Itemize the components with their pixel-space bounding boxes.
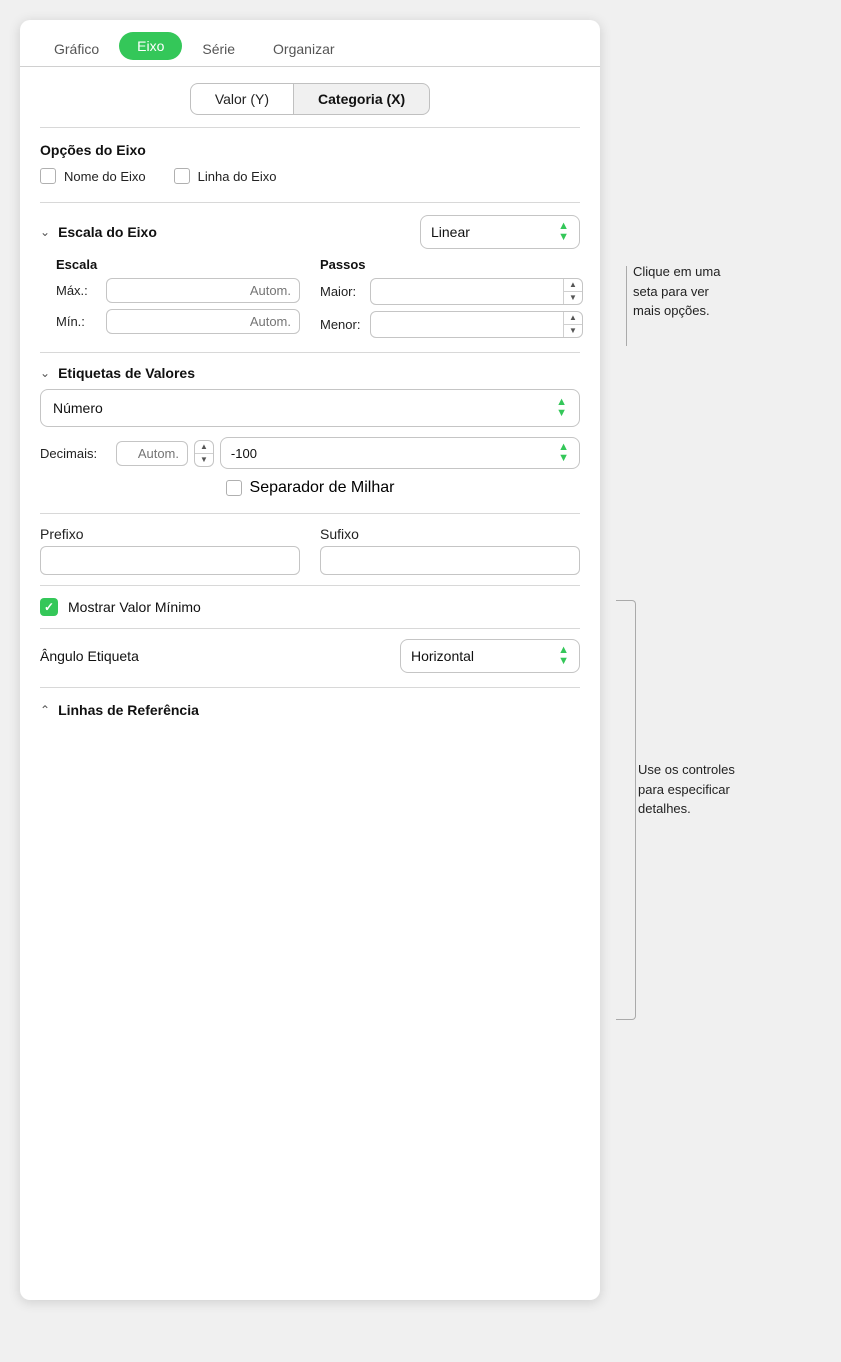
nome-eixo-item: Nome do Eixo — [40, 168, 146, 184]
prefixo-label: Prefixo — [40, 526, 300, 542]
escala-select-value: Linear — [431, 224, 470, 240]
nome-eixo-checkbox[interactable] — [40, 168, 56, 184]
passos-col-label: Passos — [320, 257, 583, 272]
min-row: Mín.: — [56, 309, 300, 334]
decimais-row: Decimais: ▲ ▼ -100 ▲ ▼ — [40, 437, 580, 469]
opcoes-checkboxes: Nome do Eixo Linha do Eixo — [40, 168, 580, 184]
etiquetas-chevron[interactable]: ⌄ — [40, 366, 50, 380]
tab-bar: Gráfico Eixo Série Organizar — [20, 20, 600, 67]
etiquetas-type-select[interactable]: Número ▲ ▼ — [40, 389, 580, 427]
decimais-input[interactable] — [116, 441, 188, 466]
angulo-label: Ângulo Etiqueta — [40, 648, 139, 664]
linha-eixo-checkbox[interactable] — [174, 168, 190, 184]
mostrar-checkbox[interactable] — [40, 598, 58, 616]
opcoes-eixo-section: Opções do Eixo Nome do Eixo Linha do Eix… — [20, 128, 600, 202]
decimais-decrement[interactable]: ▼ — [195, 454, 213, 466]
angulo-select-arrows: ▲ ▼ — [558, 645, 569, 667]
escala-chevron[interactable]: ⌄ — [40, 225, 50, 239]
escala-header: ⌄ Escala do Eixo Linear ▲ ▼ — [20, 203, 600, 257]
main-panel: Gráfico Eixo Série Organizar Valor (Y) C… — [20, 20, 600, 1300]
escala-title: Escala do Eixo — [58, 224, 412, 240]
linhas-row: ⌃ Linhas de Referência — [20, 688, 600, 732]
annotations-panel: Clique em uma seta para ver mais opções.… — [616, 20, 816, 1300]
max-input[interactable] — [106, 278, 300, 303]
menor-stepper-btns: ▲ ▼ — [563, 312, 582, 337]
annotation-top-text: Clique em uma seta para ver mais opções. — [633, 262, 720, 321]
min-input[interactable] — [106, 309, 300, 334]
annotation-bottom: Use os controles para especificar detalh… — [638, 760, 735, 819]
etiquetas-body: Número ▲ ▼ Decimais: ▲ ▼ -100 — [20, 389, 600, 513]
menor-stepper: 1 ▲ ▼ — [370, 311, 583, 338]
tab-serie[interactable]: Série — [184, 32, 253, 66]
mostrar-label: Mostrar Valor Mínimo — [68, 599, 201, 615]
angulo-select-value: Horizontal — [411, 648, 474, 664]
maior-row: Maior: 4 ▲ ▼ — [320, 278, 583, 305]
decimais-label: Decimais: — [40, 446, 110, 461]
escala-col: Escala Máx.: Mín.: — [56, 257, 300, 344]
maior-value[interactable]: 4 — [371, 280, 563, 303]
decimais-increment[interactable]: ▲ — [195, 441, 213, 454]
menor-decrement[interactable]: ▼ — [564, 325, 582, 337]
menor-value[interactable]: 1 — [371, 313, 563, 336]
angulo-select[interactable]: Horizontal ▲ ▼ — [400, 639, 580, 673]
axis-selector: Valor (Y) Categoria (X) — [20, 67, 600, 127]
maior-stepper-btns: ▲ ▼ — [563, 279, 582, 304]
separador-checkbox[interactable] — [226, 480, 242, 496]
annotation-top: Clique em uma seta para ver mais opções. — [626, 262, 720, 346]
menor-increment[interactable]: ▲ — [564, 312, 582, 325]
decimais-select[interactable]: -100 ▲ ▼ — [220, 437, 580, 469]
maior-stepper: 4 ▲ ▼ — [370, 278, 583, 305]
ps-grid: Prefixo Sufixo — [40, 526, 580, 575]
max-label: Máx.: — [56, 283, 98, 298]
prefixo-col: Prefixo — [40, 526, 300, 575]
linhas-chevron[interactable]: ⌃ — [40, 703, 50, 717]
opcoes-eixo-title: Opções do Eixo — [40, 142, 580, 158]
escala-col-label: Escala — [56, 257, 300, 272]
linha-eixo-label: Linha do Eixo — [198, 169, 277, 184]
categoria-x-button[interactable]: Categoria (X) — [293, 83, 430, 115]
prefix-suffix-section: Prefixo Sufixo — [20, 514, 600, 585]
nome-eixo-label: Nome do Eixo — [64, 169, 146, 184]
linha-eixo-item: Linha do Eixo — [174, 168, 277, 184]
escala-grid: Escala Máx.: Mín.: Passos Maior: — [56, 257, 580, 344]
max-row: Máx.: — [56, 278, 300, 303]
valor-y-button[interactable]: Valor (Y) — [190, 83, 293, 115]
angulo-row: Ângulo Etiqueta Horizontal ▲ ▼ — [20, 629, 600, 687]
maior-decrement[interactable]: ▼ — [564, 292, 582, 304]
etiquetas-type-value: Número — [53, 400, 103, 416]
min-label: Mín.: — [56, 314, 98, 329]
mostrar-valor-row: Mostrar Valor Mínimo — [20, 586, 600, 628]
sufixo-col: Sufixo — [320, 526, 580, 575]
bracket-right — [616, 600, 636, 1020]
tab-organizar[interactable]: Organizar — [255, 32, 352, 66]
tab-grafico[interactable]: Gráfico — [36, 32, 117, 66]
escala-body: Escala Máx.: Mín.: Passos Maior: — [20, 257, 600, 352]
etiquetas-type-arrows: ▲ ▼ — [556, 397, 567, 419]
prefixo-input[interactable] — [40, 546, 300, 575]
decimais-select-value: -100 — [231, 446, 257, 461]
separador-label: Separador de Milhar — [250, 479, 395, 497]
menor-row: Menor: 1 ▲ ▼ — [320, 311, 583, 338]
passos-col: Passos Maior: 4 ▲ ▼ Menor: — [320, 257, 583, 344]
separador-row: Separador de Milhar — [40, 479, 580, 497]
annotation-bottom-text: Use os controles para especificar detalh… — [638, 762, 735, 816]
etiquetas-header: ⌄ Etiquetas de Valores — [20, 353, 600, 389]
etiquetas-title: Etiquetas de Valores — [58, 365, 580, 381]
decimais-select-arrows: ▲ ▼ — [558, 442, 569, 464]
maior-label: Maior: — [320, 284, 362, 299]
escala-select[interactable]: Linear ▲ ▼ — [420, 215, 580, 249]
tab-eixo[interactable]: Eixo — [119, 32, 182, 60]
menor-label: Menor: — [320, 317, 362, 332]
escala-select-arrows: ▲ ▼ — [558, 221, 569, 243]
maior-increment[interactable]: ▲ — [564, 279, 582, 292]
decimais-stepper-btns: ▲ ▼ — [195, 441, 213, 466]
linhas-title: Linhas de Referência — [58, 702, 199, 718]
sufixo-input[interactable] — [320, 546, 580, 575]
sufixo-label: Sufixo — [320, 526, 580, 542]
